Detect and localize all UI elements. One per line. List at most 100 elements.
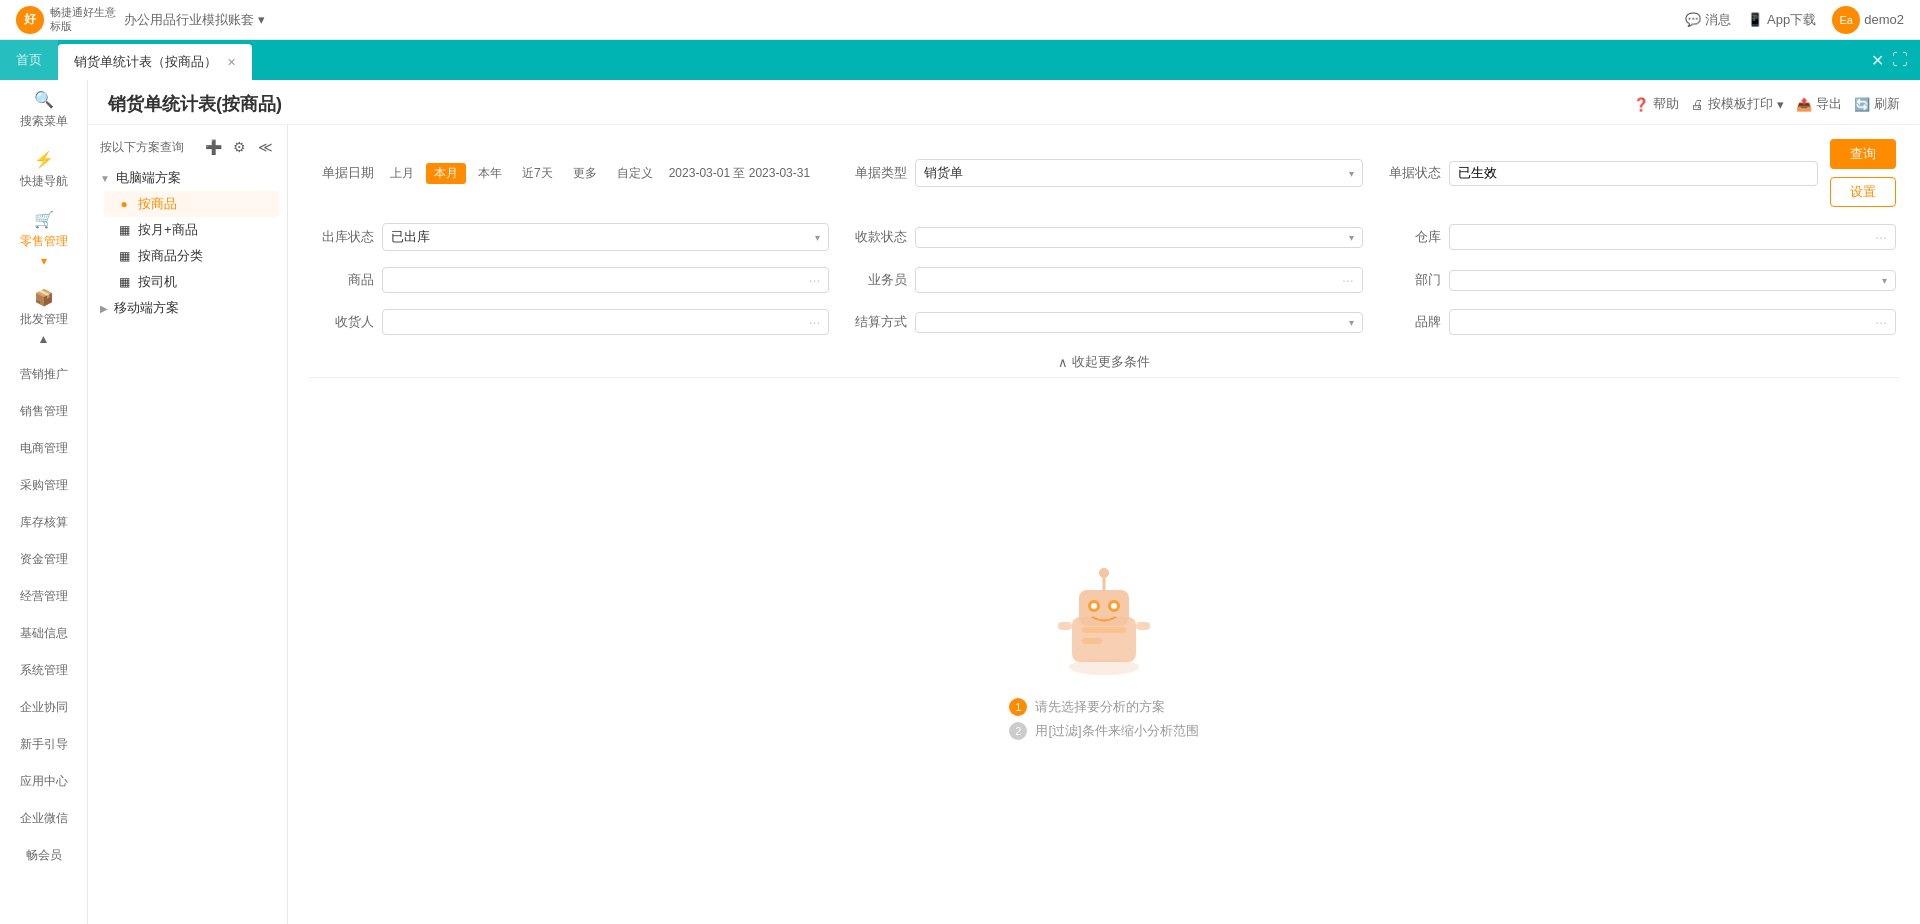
- logo-text: 畅捷通好生意 标版: [50, 6, 116, 32]
- sidebar-item-appcenter[interactable]: 应用中心: [0, 763, 87, 800]
- date-tab-last-month[interactable]: 上月: [382, 163, 422, 184]
- empty-step-2: 2 用[过滤]条件来缩小分析范围: [1009, 722, 1198, 740]
- docstatus-label: 单据状态: [1379, 164, 1449, 182]
- receiver-input[interactable]: ···: [382, 309, 829, 335]
- tab-expand-button[interactable]: ⛶: [1892, 51, 1908, 69]
- sidebar-item-search[interactable]: 🔍 搜索菜单: [0, 80, 87, 140]
- brand-input[interactable]: ···: [1449, 309, 1896, 335]
- tree-parent-mobile[interactable]: ▶ 移动端方案: [96, 295, 279, 321]
- date-tab-7days[interactable]: 近7天: [514, 163, 561, 184]
- receiver-dots-icon[interactable]: ···: [809, 314, 821, 330]
- app-selector[interactable]: 办公用品行业模拟账套 ▾: [124, 11, 265, 29]
- tree-item-by-product[interactable]: ● 按商品: [104, 191, 279, 217]
- tab-report[interactable]: 销货单统计表（按商品） ✕: [58, 44, 252, 80]
- top-header: 好 畅捷通好生意 标版 办公用品行业模拟账套 ▾ 💬 消息 📱 App下载 Ea…: [0, 0, 1920, 40]
- sidebar-item-marketing[interactable]: 营销推广: [0, 356, 87, 393]
- main-layout: 🔍 搜索菜单 ⚡ 快捷导航 🛒 零售管理 ▾ 📦 批发管理 ▲ 营销推广 销售管…: [0, 80, 1920, 924]
- step1-num: 1: [1009, 698, 1027, 716]
- product-dots-icon[interactable]: ···: [809, 272, 821, 288]
- page-title: 销货单统计表(按商品): [108, 92, 282, 116]
- collectstatus-arrow-icon: ▾: [1349, 232, 1354, 243]
- outstatus-label: 出库状态: [312, 228, 382, 246]
- report-tab-label: 销货单统计表（按商品）: [74, 53, 217, 71]
- user-menu[interactable]: Ea demo2: [1832, 6, 1904, 34]
- sidebar-item-inventory[interactable]: 库存核算: [0, 504, 87, 541]
- filter-cell-doctype: 单据类型 销货单 ▾: [837, 135, 1370, 211]
- tree-expand-icon: ▼: [100, 173, 110, 184]
- warehouse-dots-icon[interactable]: ···: [1875, 229, 1887, 245]
- svg-point-5: [1091, 603, 1097, 609]
- sidebar-item-quicknav[interactable]: ⚡ 快捷导航: [0, 140, 87, 200]
- settings-scheme-button[interactable]: ⚙: [229, 137, 249, 157]
- data-area: 1 请先选择要分析的方案 2 用[过滤]条件来缩小分析范围: [288, 378, 1920, 924]
- query-button[interactable]: 查询: [1830, 139, 1896, 169]
- salesperson-input[interactable]: ···: [915, 267, 1362, 293]
- sidebar-item-retail[interactable]: 🛒 零售管理 ▾: [0, 200, 87, 278]
- template-print-button[interactable]: 🖨 按模板打印 ▾: [1691, 95, 1784, 113]
- brand-dots-icon[interactable]: ···: [1875, 314, 1887, 330]
- left-scheme-panel: 按以下方案查询 ➕ ⚙ ≪ ▼ 电脑端方案 ● 按商品: [88, 125, 288, 924]
- salesperson-dots-icon[interactable]: ···: [1342, 272, 1354, 288]
- tab-home[interactable]: 首页: [0, 40, 58, 80]
- sidebar-item-wechat[interactable]: 企业微信: [0, 800, 87, 837]
- brand-label: 品牌: [1379, 313, 1449, 331]
- date-label: 单据日期: [312, 164, 382, 182]
- help-button[interactable]: ❓ 帮助: [1633, 95, 1679, 113]
- scheme-icon2: ▦: [116, 248, 132, 264]
- tree-desktop-label: 电脑端方案: [116, 169, 181, 187]
- header-left: 好 畅捷通好生意 标版 办公用品行业模拟账套 ▾: [16, 6, 265, 34]
- tab-close-button[interactable]: ✕: [1871, 51, 1884, 70]
- date-tab-custom[interactable]: 自定义: [609, 163, 661, 184]
- scheme-icon: ▦: [116, 222, 132, 238]
- export-button[interactable]: 📤 导出: [1796, 95, 1842, 113]
- tree-item-by-month-product[interactable]: ▦ 按月+商品: [104, 217, 279, 243]
- tree-item-by-product-category[interactable]: ▦ 按商品分类: [104, 243, 279, 269]
- tree-expand-mobile-icon: ▶: [100, 303, 108, 314]
- date-tab-more[interactable]: 更多: [565, 163, 605, 184]
- avatar: Ea: [1832, 6, 1860, 34]
- product-label: 商品: [312, 271, 382, 289]
- date-tab-this-year[interactable]: 本年: [470, 163, 510, 184]
- date-tabs: 上月 本月 本年 近7天 更多 自定义: [382, 163, 661, 184]
- sidebar-item-enterprise[interactable]: 企业协同: [0, 689, 87, 726]
- sidebar-item-ops[interactable]: 经营管理: [0, 578, 87, 615]
- doctype-select[interactable]: 销货单 ▾: [915, 159, 1362, 187]
- tab-close-icon[interactable]: ✕: [227, 56, 236, 69]
- sidebar-item-member[interactable]: 畅会员: [0, 837, 87, 874]
- add-scheme-button[interactable]: ➕: [203, 137, 223, 157]
- filter-cell-department: 部门 ▾: [1371, 263, 1904, 297]
- sidebar-item-sales[interactable]: 销售管理: [0, 393, 87, 430]
- sidebar-item-wholesale[interactable]: 📦 批发管理 ▲: [0, 278, 87, 356]
- doctype-content: 销货单 ▾: [915, 159, 1362, 187]
- department-select[interactable]: ▾: [1449, 270, 1896, 291]
- payment-select[interactable]: ▾: [915, 312, 1362, 333]
- message-button[interactable]: 💬 消息: [1685, 11, 1731, 29]
- docstatus-input[interactable]: [1449, 161, 1818, 186]
- date-tab-this-month[interactable]: 本月: [426, 163, 466, 184]
- home-tab-label: 首页: [16, 51, 42, 69]
- sidebar-item-base[interactable]: 基础信息: [0, 615, 87, 652]
- sidebar-item-guide[interactable]: 新手引导: [0, 726, 87, 763]
- app-download-button[interactable]: 📱 App下载: [1747, 11, 1816, 29]
- svg-rect-10: [1136, 622, 1150, 630]
- tree-parent-desktop[interactable]: ▼ 电脑端方案: [96, 165, 279, 191]
- collectstatus-label: 收款状态: [845, 228, 915, 246]
- sidebar-item-purchase[interactable]: 采购管理: [0, 467, 87, 504]
- collectstatus-select[interactable]: ▾: [915, 227, 1362, 248]
- empty-step-1: 1 请先选择要分析的方案: [1009, 698, 1198, 716]
- tree-item-by-customer[interactable]: ▦ 按司机: [104, 269, 279, 295]
- refresh-button[interactable]: 🔄 刷新: [1854, 95, 1900, 113]
- page-actions: ❓ 帮助 🖨 按模板打印 ▾ 📤 导出 🔄 刷新: [1633, 95, 1900, 113]
- sidebar-item-finance[interactable]: 资金管理: [0, 541, 87, 578]
- date-content: 上月 本月 本年 近7天 更多 自定义 2023-03-01 至 2023-03…: [382, 163, 829, 184]
- filter-cell-payment: 结算方式 ▾: [837, 305, 1370, 339]
- collapse-panel-button[interactable]: ≪: [255, 137, 275, 157]
- sidebar-item-system[interactable]: 系统管理: [0, 652, 87, 689]
- warehouse-input[interactable]: ···: [1449, 224, 1896, 250]
- sidebar-item-ecom[interactable]: 电商管理: [0, 430, 87, 467]
- product-input[interactable]: ···: [382, 267, 829, 293]
- filter-cell-docstatus: 单据状态 查询 设置: [1371, 135, 1904, 211]
- settings-button[interactable]: 设置: [1830, 177, 1896, 207]
- collapse-conditions-button[interactable]: ∧ 收起更多条件: [304, 347, 1904, 377]
- outstatus-select[interactable]: 已出库 ▾: [382, 223, 829, 251]
